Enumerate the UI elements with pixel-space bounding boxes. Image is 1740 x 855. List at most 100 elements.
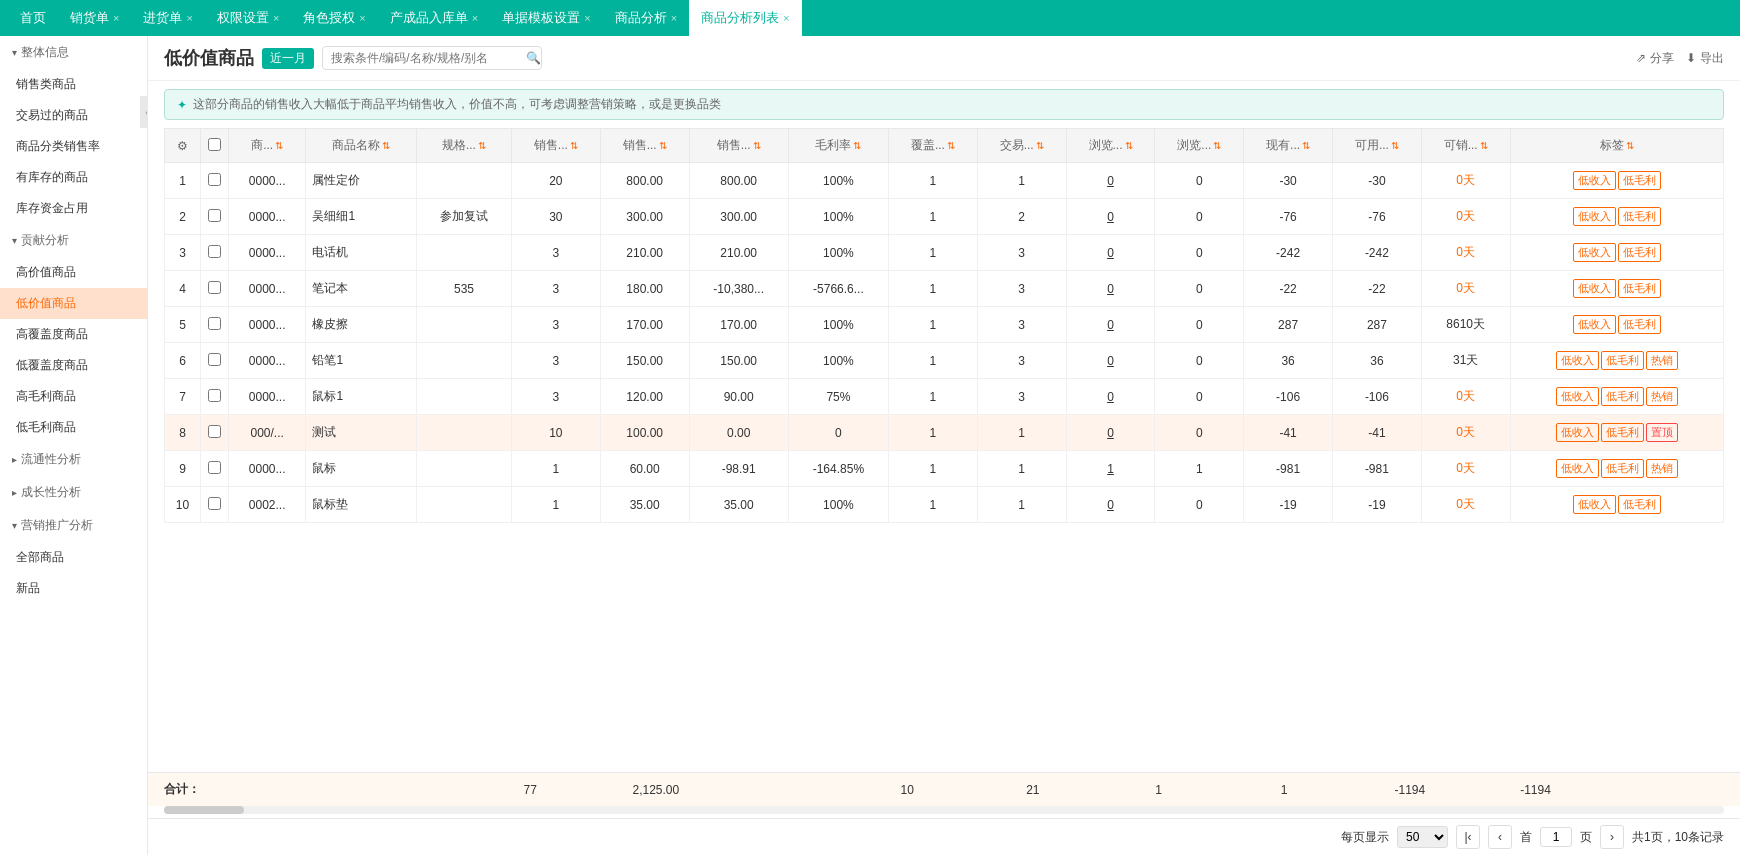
cell-view1[interactable]: 0	[1066, 379, 1155, 415]
th-name[interactable]: 商品名称⇅	[306, 129, 417, 163]
view1-link[interactable]: 0	[1107, 390, 1114, 404]
cell-view1[interactable]: 0	[1066, 199, 1155, 235]
th-coverage[interactable]: 覆盖...⇅	[889, 129, 978, 163]
page-number-input[interactable]	[1540, 827, 1572, 847]
sidebar-item-traded-products[interactable]: 交易过的商品	[0, 100, 147, 131]
period-tag-button[interactable]: 近一月	[262, 48, 314, 69]
th-view1[interactable]: 浏览...⇅	[1066, 129, 1155, 163]
th-sellable[interactable]: 可销...⇅	[1421, 129, 1510, 163]
cell-view1[interactable]: 0	[1066, 487, 1155, 523]
cell-checkbox[interactable]	[201, 415, 229, 451]
sidebar-item-new-products[interactable]: 新品	[0, 573, 147, 604]
horizontal-scrollbar[interactable]	[164, 806, 1724, 814]
cell-view1[interactable]: 0	[1066, 235, 1155, 271]
close-permissions-icon[interactable]: ×	[273, 12, 279, 24]
row-checkbox[interactable]	[208, 281, 221, 294]
nav-purchase[interactable]: 进货单 ×	[131, 0, 204, 36]
cell-view1[interactable]: 0	[1066, 307, 1155, 343]
th-current[interactable]: 现有...⇅	[1244, 129, 1333, 163]
select-all-checkbox[interactable]	[208, 138, 221, 151]
cell-checkbox[interactable]	[201, 343, 229, 379]
close-product-inbound-icon[interactable]: ×	[472, 12, 478, 24]
row-checkbox[interactable]	[208, 209, 221, 222]
prev-page-button[interactable]: ‹	[1488, 825, 1512, 849]
sidebar-collapse-btn[interactable]: «	[140, 96, 148, 128]
nav-product-analysis[interactable]: 商品分析 ×	[603, 0, 689, 36]
row-checkbox[interactable]	[208, 317, 221, 330]
nav-product-analysis-list[interactable]: 商品分析列表 ×	[689, 0, 801, 36]
nav-home[interactable]: 首页	[8, 0, 58, 36]
sidebar-item-category-sales-rate[interactable]: 商品分类销售率	[0, 131, 147, 162]
sidebar-section-growth[interactable]: ▸ 成长性分析	[0, 476, 147, 509]
th-trade[interactable]: 交易...⇅	[977, 129, 1066, 163]
close-product-analysis-icon[interactable]: ×	[671, 12, 677, 24]
next-page-button[interactable]: ›	[1600, 825, 1624, 849]
view1-link[interactable]: 0	[1107, 426, 1114, 440]
sidebar-item-low-value[interactable]: 低价值商品	[0, 288, 147, 319]
per-page-select[interactable]: 50 100 200	[1397, 826, 1448, 848]
nav-template-settings[interactable]: 单据模板设置 ×	[490, 0, 602, 36]
sidebar-item-high-margin[interactable]: 高毛利商品	[0, 381, 147, 412]
cell-checkbox[interactable]	[201, 451, 229, 487]
th-settings[interactable]: ⚙	[165, 129, 201, 163]
view1-link[interactable]: 0	[1107, 246, 1114, 260]
cell-view1[interactable]: 0	[1066, 163, 1155, 199]
view1-link[interactable]: 0	[1107, 210, 1114, 224]
close-purchase-icon[interactable]: ×	[186, 12, 192, 24]
search-input[interactable]	[322, 46, 542, 70]
close-role-auth-icon[interactable]: ×	[359, 12, 365, 24]
scrollbar-thumb[interactable]	[164, 806, 244, 814]
sidebar-item-low-coverage[interactable]: 低覆盖度商品	[0, 350, 147, 381]
th-code[interactable]: 商...⇅	[229, 129, 306, 163]
cell-checkbox[interactable]	[201, 163, 229, 199]
row-checkbox[interactable]	[208, 389, 221, 402]
sidebar-item-high-value[interactable]: 高价值商品	[0, 257, 147, 288]
th-spec[interactable]: 规格...⇅	[416, 129, 511, 163]
cell-checkbox[interactable]	[201, 271, 229, 307]
th-available[interactable]: 可用...⇅	[1333, 129, 1422, 163]
close-sales-order-icon[interactable]: ×	[113, 12, 119, 24]
close-product-analysis-list-icon[interactable]: ×	[783, 12, 789, 24]
view1-link[interactable]: 0	[1107, 282, 1114, 296]
nav-sales-order[interactable]: 销货单 ×	[58, 0, 131, 36]
row-checkbox[interactable]	[208, 173, 221, 186]
th-view2[interactable]: 浏览...⇅	[1155, 129, 1244, 163]
row-checkbox[interactable]	[208, 497, 221, 510]
view1-link[interactable]: 0	[1107, 498, 1114, 512]
sidebar-section-marketing[interactable]: ▾ 营销推广分析	[0, 509, 147, 542]
table-container[interactable]: ⚙ 商...⇅ 商品名称⇅ 规格...⇅ 销售...⇅ 销售...⇅ 销售...…	[148, 128, 1740, 772]
first-page-button[interactable]: |‹	[1456, 825, 1480, 849]
sidebar-item-high-coverage[interactable]: 高覆盖度商品	[0, 319, 147, 350]
cell-checkbox[interactable]	[201, 235, 229, 271]
row-checkbox[interactable]	[208, 245, 221, 258]
cell-view1[interactable]: 1	[1066, 451, 1155, 487]
cell-view1[interactable]: 0	[1066, 415, 1155, 451]
search-icon[interactable]: 🔍	[526, 51, 541, 65]
cell-view1[interactable]: 0	[1066, 271, 1155, 307]
row-checkbox[interactable]	[208, 425, 221, 438]
sidebar-section-overview[interactable]: ▾ 整体信息	[0, 36, 147, 69]
sidebar-item-in-stock[interactable]: 有库存的商品	[0, 162, 147, 193]
view1-link[interactable]: 0	[1107, 318, 1114, 332]
view1-link[interactable]: 0	[1107, 354, 1114, 368]
th-gross-rate[interactable]: 毛利率⇅	[788, 129, 888, 163]
th-sales-amount[interactable]: 销售...⇅	[689, 129, 788, 163]
export-button[interactable]: ⬇ 导出	[1686, 50, 1724, 67]
sidebar-section-circulation[interactable]: ▸ 流通性分析	[0, 443, 147, 476]
th-tags[interactable]: 标签⇅	[1510, 129, 1723, 163]
share-button[interactable]: ⇗ 分享	[1636, 50, 1674, 67]
th-sales-qty[interactable]: 销售...⇅	[511, 129, 600, 163]
cell-view1[interactable]: 0	[1066, 343, 1155, 379]
view1-link[interactable]: 0	[1107, 174, 1114, 188]
sidebar-item-all-products[interactable]: 全部商品	[0, 542, 147, 573]
sidebar-item-low-margin[interactable]: 低毛利商品	[0, 412, 147, 443]
row-checkbox[interactable]	[208, 461, 221, 474]
sidebar-item-sales-products[interactable]: 销售类商品	[0, 69, 147, 100]
cell-checkbox[interactable]	[201, 379, 229, 415]
sidebar-item-stock-capital[interactable]: 库存资金占用	[0, 193, 147, 224]
cell-checkbox[interactable]	[201, 487, 229, 523]
row-checkbox[interactable]	[208, 353, 221, 366]
close-template-settings-icon[interactable]: ×	[584, 12, 590, 24]
th-sales-price[interactable]: 销售...⇅	[600, 129, 689, 163]
nav-permissions[interactable]: 权限设置 ×	[205, 0, 291, 36]
